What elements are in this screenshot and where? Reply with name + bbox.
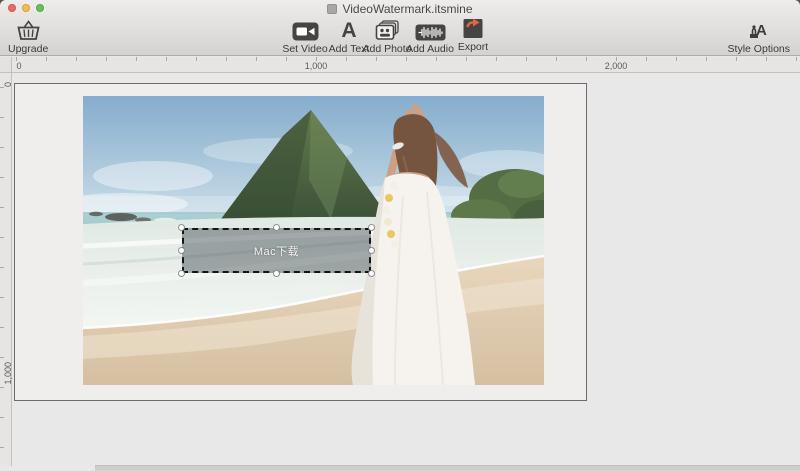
ruler-corner — [0, 57, 12, 73]
export-button[interactable]: Export — [455, 17, 491, 53]
resize-handle-bottom-right[interactable] — [368, 270, 375, 277]
document-proxy-icon — [327, 4, 338, 14]
hruler-label-2000: 2,000 — [604, 61, 628, 71]
vruler-label-0: 0 — [3, 82, 13, 88]
watermark-text: Mac下载 — [253, 245, 300, 258]
resize-handle-top-left[interactable] — [178, 224, 185, 231]
video-camera-icon — [292, 19, 319, 41]
hruler-label-1000: 1,000 — [304, 61, 328, 71]
hruler-label-0: 0 — [16, 61, 22, 71]
add-photo-label: Add Photo — [362, 43, 412, 55]
horizontal-ruler: 0 1,000 2,000 — [12, 57, 800, 73]
export-label: Export — [457, 41, 489, 53]
photo-stack-icon — [374, 19, 400, 41]
resize-handle-middle-right[interactable] — [368, 246, 375, 254]
resize-handle-top-right[interactable] — [368, 224, 375, 231]
set-video-button[interactable]: Set Video — [282, 19, 328, 55]
app-window: VideoWatermark.itsmine Upgrade Set Video… — [0, 0, 800, 471]
resize-handle-top-middle[interactable] — [272, 224, 280, 231]
stamp-letter-icon: A — [746, 19, 771, 41]
horizontal-scrollbar[interactable] — [95, 465, 800, 471]
resize-handle-bottom-middle[interactable] — [272, 270, 280, 277]
workspace: Mac下载 — [0, 73, 800, 471]
watermark-text-box[interactable]: Mac下载 — [178, 224, 375, 277]
style-options-label: Style Options — [727, 43, 790, 55]
audio-waveform-icon — [415, 19, 446, 41]
upgrade-label: Upgrade — [8, 43, 49, 55]
upgrade-button[interactable]: Upgrade — [8, 19, 48, 55]
style-options-button[interactable]: A Style Options — [728, 19, 790, 55]
letter-a-icon: A — [341, 19, 357, 42]
add-audio-button[interactable]: Add Audio — [406, 19, 454, 55]
add-audio-label: Add Audio — [406, 43, 454, 55]
editing-canvas[interactable]: Mac下载 — [14, 83, 587, 401]
titlebar-toolbar: VideoWatermark.itsmine Upgrade Set Video… — [0, 0, 800, 56]
window-title-bar: VideoWatermark.itsmine — [0, 2, 800, 16]
vertical-ruler: 0 1,000 — [0, 73, 13, 466]
add-photo-button[interactable]: Add Photo — [362, 19, 412, 55]
vruler-label-1000: 1,000 — [3, 362, 13, 385]
export-arrow-icon — [462, 17, 484, 39]
shopping-basket-icon — [15, 19, 42, 41]
window-title: VideoWatermark.itsmine — [342, 2, 473, 16]
resize-handle-bottom-left[interactable] — [178, 270, 185, 277]
set-video-label: Set Video — [282, 43, 328, 55]
resize-handle-middle-left[interactable] — [178, 246, 185, 254]
